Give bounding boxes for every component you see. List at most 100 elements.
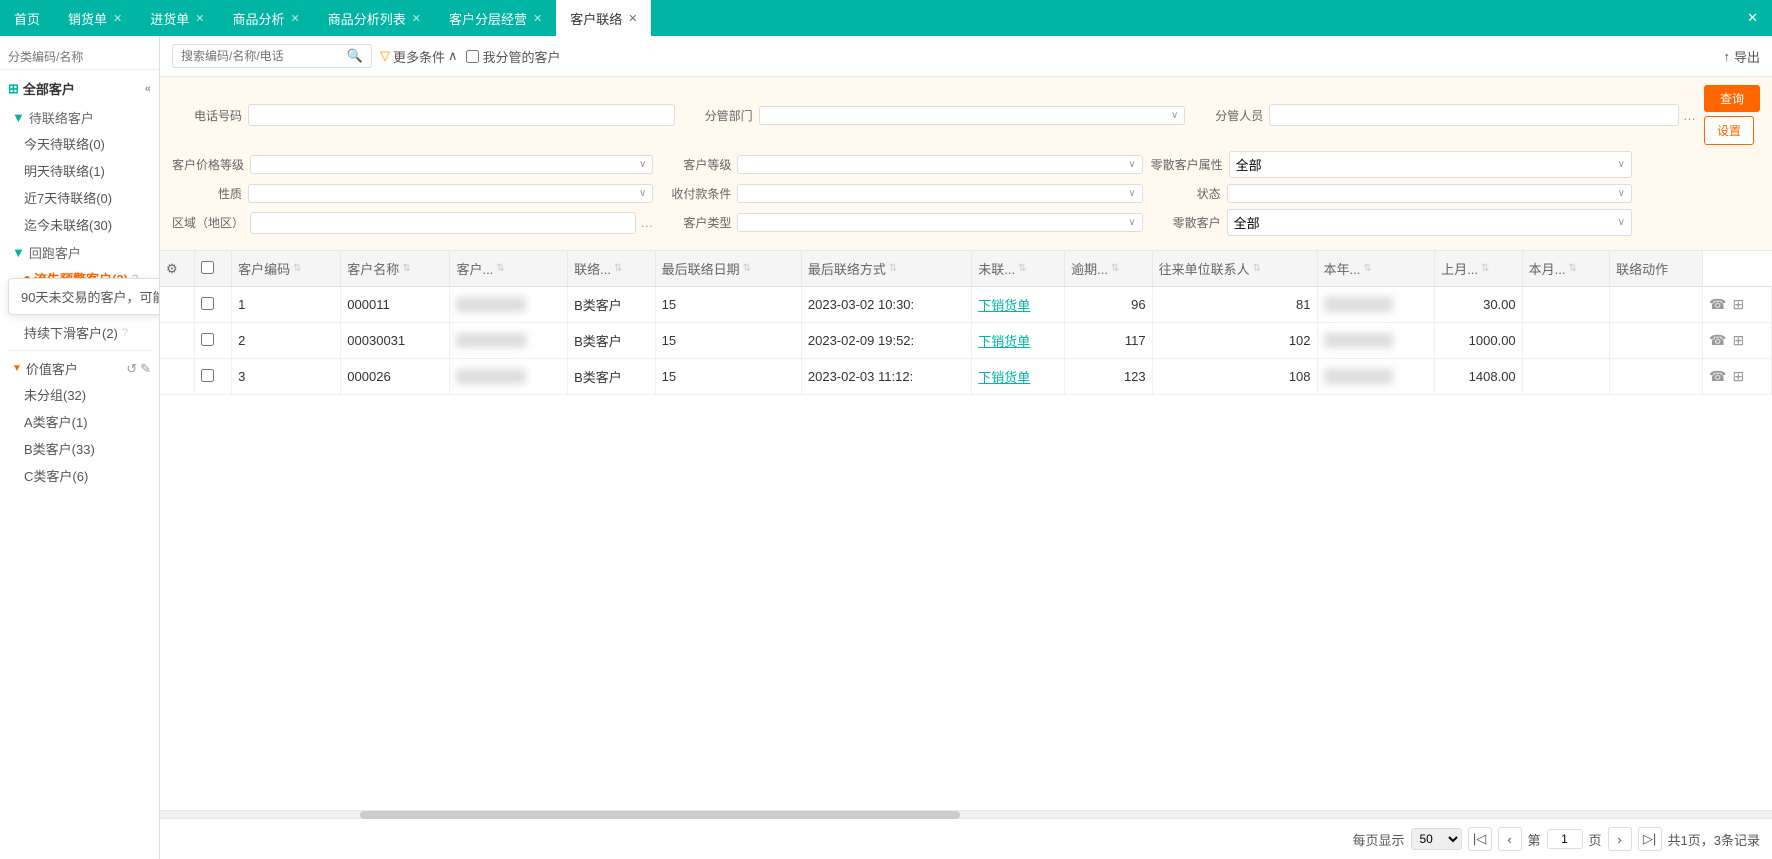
row-action-phone-icon[interactable]: ☎	[1709, 368, 1726, 385]
price-level-select[interactable]: ∨	[250, 155, 653, 174]
query-button[interactable]: 查询	[1704, 85, 1760, 112]
th-last-month[interactable]: 上月...⇅	[1435, 251, 1522, 287]
tab-analysis[interactable]: 商品分析 ✕	[218, 0, 313, 36]
settings-button[interactable]: 设置	[1704, 116, 1754, 145]
sidebar-item-never-contact[interactable]: 迄今未联络(30)	[0, 211, 159, 238]
manager-more-icon[interactable]: …	[1683, 108, 1696, 123]
scrollbar-thumb[interactable]	[360, 811, 960, 819]
pagination-first-button[interactable]: |◁	[1468, 827, 1492, 851]
customer-level-select[interactable]: ∨	[737, 155, 1142, 174]
sidebar-item-week-contact[interactable]: 近7天待联络(0)	[0, 184, 159, 211]
customer-type-select[interactable]: ∨	[737, 213, 1142, 232]
tab-analysis-list-close[interactable]: ✕	[412, 12, 421, 25]
row-checkbox[interactable]	[195, 287, 232, 323]
th-settings[interactable]: ⚙	[160, 251, 195, 287]
sidebar-item-declining[interactable]: 持续下滑客户(2) ?	[0, 319, 159, 346]
th-last-contact-method[interactable]: 最后联络方式⇅	[801, 251, 971, 287]
sidebar-search-input[interactable]	[8, 50, 160, 64]
tab-customer-contact-close[interactable]: ✕	[628, 12, 637, 25]
sidebar-item-a-class[interactable]: A类客户(1)	[0, 408, 159, 435]
filter-search-container[interactable]: 🔍	[172, 44, 372, 68]
row-checkbox[interactable]	[195, 359, 232, 395]
th-checkbox[interactable]	[195, 251, 232, 287]
status-select[interactable]: ∨	[1227, 184, 1632, 203]
region-input[interactable]	[250, 212, 636, 234]
row-action-more-icon[interactable]: ⊞	[1732, 332, 1744, 349]
select-all-checkbox[interactable]	[201, 261, 214, 274]
tab-sales-close[interactable]: ✕	[113, 12, 122, 25]
tab-customer-tier[interactable]: 客户分层经营 ✕	[435, 0, 556, 36]
manager-input[interactable]	[1269, 104, 1679, 126]
row-select-checkbox[interactable]	[201, 297, 214, 310]
row-select-checkbox[interactable]	[201, 333, 214, 346]
th-code[interactable]: 客户编码⇅	[232, 251, 341, 287]
row-last-method[interactable]: 下销货单	[972, 287, 1065, 323]
declining-question-icon[interactable]: ?	[122, 327, 128, 339]
pagination-last-button[interactable]: ▷|	[1638, 827, 1662, 851]
th-last-contact-date[interactable]: 最后联络日期⇅	[655, 251, 801, 287]
scattered-attr-select[interactable]: 全部 ∨	[1229, 151, 1632, 178]
per-page-select[interactable]: 50 100	[1411, 828, 1462, 850]
row-last-method[interactable]: 下销货单	[972, 323, 1065, 359]
unit-sort-icon: ⇅	[1253, 263, 1261, 274]
th-overdue[interactable]: 逾期...⇅	[1065, 251, 1152, 287]
pagination-prev-button[interactable]: ‹	[1498, 827, 1522, 851]
sidebar-item-tomorrow-contact[interactable]: 明天待联络(1)	[0, 157, 159, 184]
close-all-button[interactable]: ✕	[1733, 0, 1772, 36]
page-number-input[interactable]	[1547, 829, 1583, 849]
th-name[interactable]: 客户名称⇅	[341, 251, 450, 287]
tab-purchase[interactable]: 进货单 ✕	[136, 0, 218, 36]
sidebar-item-unclassified[interactable]: 未分组(32)	[0, 381, 159, 408]
row-action-more-icon[interactable]: ⊞	[1732, 296, 1744, 313]
tab-customer-tier-close[interactable]: ✕	[533, 12, 542, 25]
sidebar-item-today-contact[interactable]: 今天待联络(0)	[0, 130, 159, 157]
price-level-label: 客户价格等级	[172, 156, 244, 173]
th-this-year[interactable]: 本年...⇅	[1317, 251, 1435, 287]
pagination-next-button[interactable]: ›	[1608, 827, 1632, 851]
tab-analysis-list[interactable]: 商品分析列表 ✕	[314, 0, 435, 36]
refresh-icon[interactable]: ↺	[126, 361, 137, 377]
th-unit-contact[interactable]: 往来单位联系人⇅	[1152, 251, 1317, 287]
my-customers-checkbox[interactable]	[466, 50, 479, 63]
filter-search-input[interactable]	[181, 49, 347, 63]
filter-more-button[interactable]: ▽ 更多条件 ∧	[380, 47, 458, 66]
my-customers-checkbox-container[interactable]: 我分管的客户	[466, 47, 561, 66]
filter-search-button[interactable]: 🔍	[347, 48, 363, 64]
region-more-icon[interactable]: …	[640, 215, 653, 230]
row-this-month	[1610, 323, 1703, 359]
sidebar-item-c-class[interactable]: C类客户(6)	[0, 462, 159, 489]
th-not-contacted[interactable]: 未联...⇅	[972, 251, 1065, 287]
sidebar-search-box[interactable]: 🔍	[0, 44, 159, 70]
row-action-phone-icon[interactable]: ☎	[1709, 296, 1726, 313]
tab-analysis-close[interactable]: ✕	[291, 12, 300, 25]
th-this-month[interactable]: 本月...⇅	[1522, 251, 1609, 287]
tab-sales[interactable]: 销货单 ✕	[54, 0, 136, 36]
phone-input[interactable]	[248, 104, 675, 126]
tab-purchase-close[interactable]: ✕	[195, 12, 204, 25]
tab-home[interactable]: 首页	[0, 0, 54, 36]
filter-bar: 🔍 ▽ 更多条件 ∧ 我分管的客户 ↑ 导出	[160, 36, 1772, 77]
sidebar-section-churn[interactable]: ▼ 回跑客户	[0, 238, 159, 265]
edit-icon[interactable]: ✎	[140, 361, 151, 377]
sidebar-collapse-icon[interactable]: «	[145, 83, 151, 95]
settings-gear-icon[interactable]: ⚙	[166, 261, 178, 276]
sidebar-all-customers[interactable]: ⊞ 全部客户 «	[0, 74, 159, 103]
th-type[interactable]: 客户...⇅	[450, 251, 568, 287]
row-select-checkbox[interactable]	[201, 369, 214, 382]
sidebar-section-value[interactable]: ▼ 价值客户 ↺ ✎	[0, 355, 159, 381]
payment-select[interactable]: ∨	[737, 184, 1142, 203]
sidebar-section-pending[interactable]: ▼ 待联络客户	[0, 103, 159, 130]
sidebar-item-b-class[interactable]: B类客户(33)	[0, 435, 159, 462]
row-unit-contact: BLURRED6	[1317, 359, 1435, 395]
tab-customer-contact[interactable]: 客户联络 ✕	[556, 0, 651, 36]
row-action-more-icon[interactable]: ⊞	[1732, 368, 1744, 385]
row-last-method[interactable]: 下销货单	[972, 359, 1065, 395]
dept-select[interactable]: ∨	[759, 106, 1186, 125]
row-checkbox[interactable]	[195, 323, 232, 359]
row-action-phone-icon[interactable]: ☎	[1709, 332, 1726, 349]
scattered-select[interactable]: 全部 ∨	[1227, 209, 1632, 236]
horizontal-scrollbar[interactable]	[160, 810, 1772, 818]
th-contact[interactable]: 联络...⇅	[568, 251, 655, 287]
export-button[interactable]: ↑ 导出	[1723, 47, 1760, 66]
nature-select[interactable]: ∨	[248, 184, 653, 203]
